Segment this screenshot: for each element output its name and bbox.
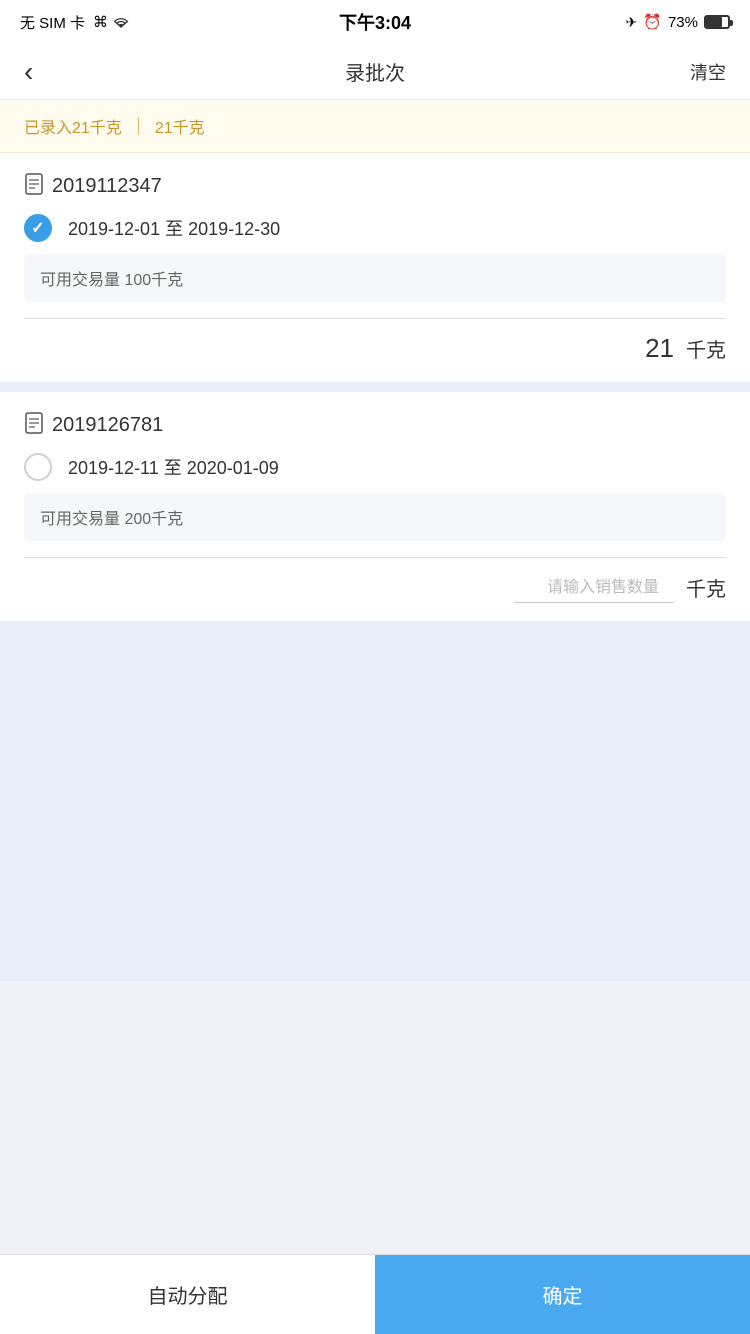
qty-unit-1: 千克: [686, 334, 726, 363]
summary-value: 21千克: [155, 114, 205, 138]
batch-date-2: 2019-12-11 至 2020-01-09: [68, 454, 279, 480]
batch-header-2: 2019126781: [0, 392, 750, 449]
wifi-icon: ⌘: [93, 13, 130, 31]
summary-banner: 已录入21千克 21千克: [0, 100, 750, 153]
location-icon: ✈: [626, 14, 638, 31]
bottom-action-bar: 自动分配 确定: [0, 1254, 750, 1334]
qty-unit-2: 千克: [686, 573, 726, 602]
batch-checkbox-2[interactable]: [24, 453, 52, 481]
battery-text: 73%: [668, 14, 698, 31]
batch-card-2: 2019126781 2019-12-11 至 2020-01-09 可用交易量…: [0, 392, 750, 621]
batch-date-row-2: 2019-12-11 至 2020-01-09: [0, 449, 750, 493]
batch-header-1: 2019112347: [0, 153, 750, 210]
empty-area: [0, 621, 750, 981]
status-time: 下午3:04: [339, 9, 411, 35]
batch-number-2: 2019126781: [52, 414, 163, 437]
status-bar: 无 SIM 卡 ⌘ 下午3:04 ✈ ⏰ 73%: [0, 0, 750, 44]
available-qty-2: 可用交易量 200千克: [24, 493, 726, 541]
page-title: 录批次: [345, 57, 405, 86]
battery-icon: [704, 15, 730, 29]
batch-checkbox-1[interactable]: [24, 214, 52, 242]
summary-divider: [138, 117, 139, 135]
batch-date-row-1: 2019-12-01 至 2019-12-30: [0, 210, 750, 254]
batch-number-1: 2019112347: [52, 175, 162, 198]
nav-bar: ‹ 录批次 清空: [0, 44, 750, 100]
batch-doc-icon-2: [24, 412, 44, 439]
qty-input-2[interactable]: [514, 572, 674, 603]
available-qty-1: 可用交易量 100千克: [24, 254, 726, 302]
carrier-text: 无 SIM 卡: [20, 12, 85, 33]
status-left: 无 SIM 卡 ⌘: [20, 12, 130, 33]
back-button[interactable]: ‹: [24, 58, 33, 86]
status-right: ✈ ⏰ 73%: [626, 13, 730, 31]
qty-input-row-2: 千克: [0, 558, 750, 621]
qty-value-1: 21: [645, 333, 674, 364]
confirm-button[interactable]: 确定: [375, 1255, 750, 1334]
clear-button[interactable]: 清空: [690, 59, 726, 85]
batch-date-1: 2019-12-01 至 2019-12-30: [68, 215, 280, 241]
batch-doc-icon-1: [24, 173, 44, 200]
batch-card-1: 2019112347 2019-12-01 至 2019-12-30 可用交易量…: [0, 153, 750, 382]
qty-input-row-1: 21 千克: [0, 319, 750, 382]
auto-distribute-button[interactable]: 自动分配: [0, 1255, 375, 1334]
summary-label: 已录入21千克: [24, 114, 122, 138]
section-gap: [0, 382, 750, 392]
alarm-icon: ⏰: [643, 13, 662, 31]
